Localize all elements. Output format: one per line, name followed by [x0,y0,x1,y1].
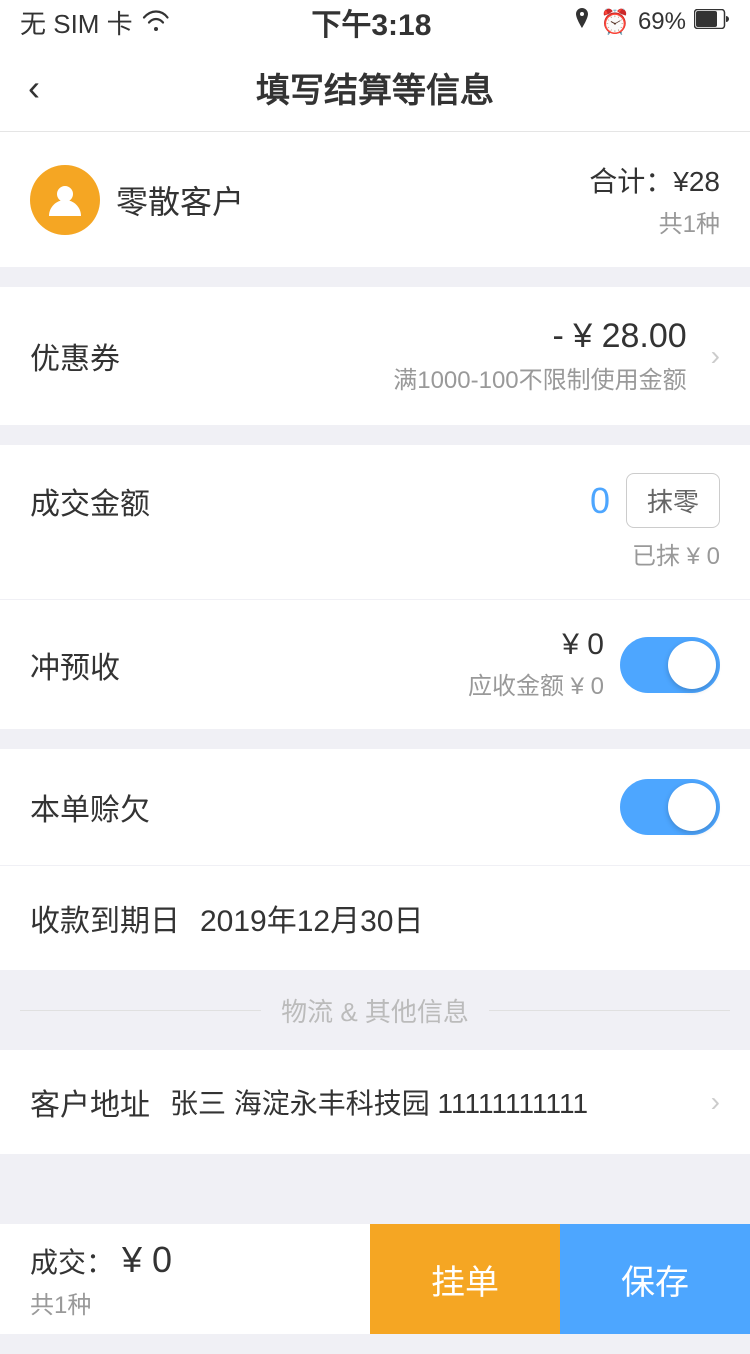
customer-info: 零散客户 [30,165,244,235]
address-section: 客户地址 张三 海淀永丰科技园 11111111111 › [0,1050,750,1154]
coupon-label: 优惠券 [30,334,120,378]
status-time: 下午3:18 [311,0,431,44]
logistics-divider: 物流 & 其他信息 [0,970,750,1050]
coupon-value-block: - ¥ 28.00 满1000-100不限制使用金额 [393,317,686,395]
status-bar: 无 SIM 卡 下午3:18 ⏰ 69% [0,0,750,44]
status-left: 无 SIM 卡 [20,4,171,41]
due-date-row: 收款到期日 2019年12月30日 [0,865,750,970]
divider-3 [0,729,750,749]
address-value: 张三 海淀永丰科技园 11111111111 [170,1082,683,1122]
credit-toggle-knob [668,783,716,831]
line-left [20,1010,261,1011]
wifi-icon [141,7,171,38]
prepay-label: 冲预收 [30,643,120,687]
bottom-item-count: 共1种 [30,1285,340,1320]
save-button[interactable]: 保存 [560,1224,750,1334]
ta-label: 成交金额 [30,479,150,523]
ta-right: 0 抹零 [590,473,720,528]
prepay-row: 冲预收 ¥ 0 应收金额 ¥ 0 [0,600,750,729]
bottom-bar: 成交： ¥ 0 共1种 挂单 保存 [0,1224,750,1334]
due-date-value: 2019年12月30日 [200,896,423,940]
prepay-sub: 应收金额 ¥ 0 [468,666,604,701]
pr-value-block: ¥ 0 应收金额 ¥ 0 [468,628,604,701]
hold-button[interactable]: 挂单 [370,1224,560,1334]
pr-right: ¥ 0 应收金额 ¥ 0 [468,628,720,701]
ta-bottom: 已抹 ¥ 0 [30,536,720,571]
line-right [489,1010,730,1011]
logistics-text: 物流 & 其他信息 [281,992,469,1029]
credit-section: 本单赊欠 收款到期日 2019年12月30日 [0,749,750,970]
content-area: 零散客户 合计：¥28 共1种 优惠券 - ¥ 28.00 满1000-100不… [0,132,750,1354]
item-count: 共1种 [589,204,720,239]
ta-top: 成交金额 0 抹零 [30,473,720,528]
status-right: ⏰ 69% [572,8,730,37]
coupon-row[interactable]: 优惠券 - ¥ 28.00 满1000-100不限制使用金额 › [0,287,750,425]
credit-row: 本单赊欠 [0,749,750,865]
divider-1 [0,267,750,287]
credit-toggle[interactable] [620,779,720,835]
credit-label: 本单赊欠 [30,785,150,829]
customer-total: 合计：¥28 共1种 [589,160,720,239]
divider-2 [0,425,750,445]
nav-title: 填写结算等信息 [256,63,494,112]
pr-top: 冲预收 ¥ 0 应收金额 ¥ 0 [30,628,720,701]
coupon-chevron: › [711,340,720,372]
no-sim-text: 无 SIM 卡 [20,4,133,41]
customer-name: 零散客户 [116,177,244,223]
prepay-amount: ¥ 0 [468,628,604,662]
bottom-transaction-label: 成交： [30,1241,114,1281]
ta-value: 0 [590,480,610,522]
toggle-knob [668,641,716,689]
location-icon [572,8,592,37]
coupon-desc: 满1000-100不限制使用金额 [393,360,686,395]
battery-text: 69% [638,8,686,36]
due-date-label: 收款到期日 [30,896,180,940]
bottom-info: 成交： ¥ 0 共1种 [0,1239,370,1320]
total-amount: 合计：¥28 [589,160,720,200]
address-label: 客户地址 [30,1080,150,1124]
nav-bar: ‹ 填写结算等信息 [0,44,750,132]
coupon-right: - ¥ 28.00 满1000-100不限制使用金额 › [120,317,720,395]
alarm-icon: ⏰ [600,8,630,37]
address-chevron: › [711,1086,720,1118]
customer-avatar [30,165,100,235]
back-button[interactable]: ‹ [28,67,40,109]
bottom-transaction-amount: ¥ 0 [122,1239,172,1281]
coupon-section: 优惠券 - ¥ 28.00 满1000-100不限制使用金额 › [0,287,750,425]
transaction-amount-row: 成交金额 0 抹零 已抹 ¥ 0 [0,445,750,600]
prepay-toggle[interactable] [620,637,720,693]
address-row[interactable]: 客户地址 张三 海淀永丰科技园 11111111111 › [0,1050,750,1154]
customer-section: 零散客户 合计：¥28 共1种 [0,132,750,267]
battery-icon [694,8,730,36]
transaction-section: 成交金额 0 抹零 已抹 ¥ 0 冲预收 ¥ 0 应收金额 ¥ 0 [0,445,750,729]
coupon-amount: - ¥ 28.00 [393,317,686,356]
round-button[interactable]: 抹零 [626,473,720,528]
